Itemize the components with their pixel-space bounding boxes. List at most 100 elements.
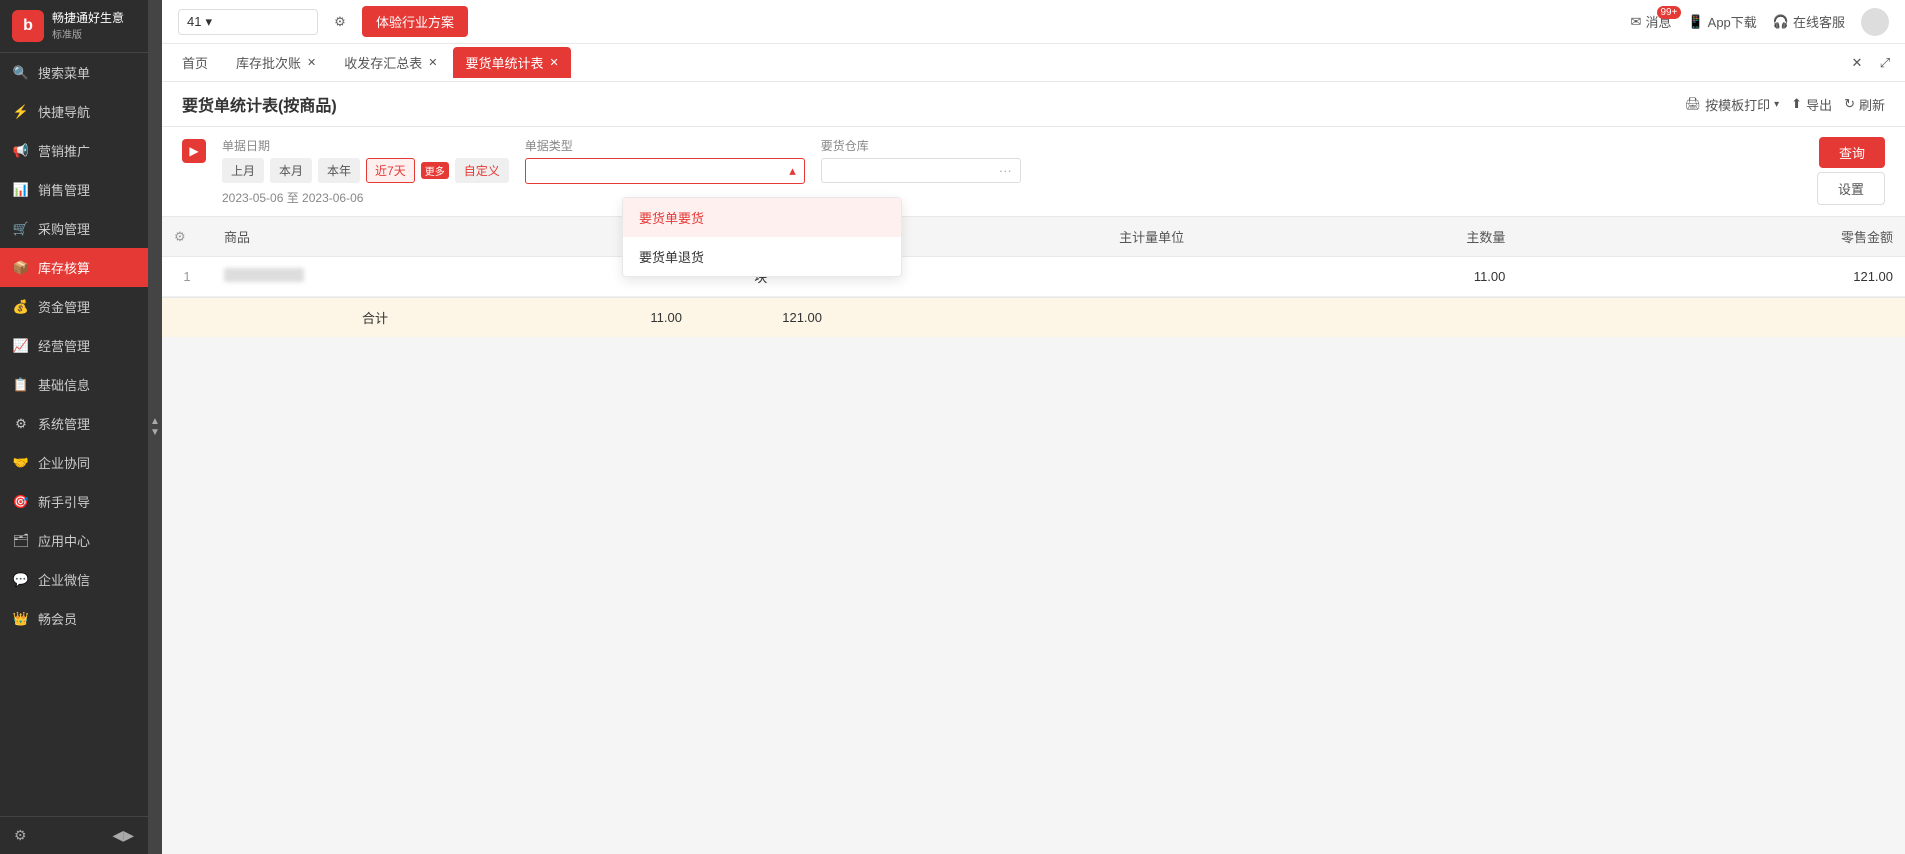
sidebar-item-purchase[interactable]: 🛒采购管理 xyxy=(0,209,148,248)
sidebar-label-system: 系统管理 xyxy=(38,414,90,433)
marketing-icon: 📢 xyxy=(12,142,30,160)
print-icon: 🖨 xyxy=(1685,96,1702,112)
sidebar-label-basic: 基础信息 xyxy=(38,375,90,394)
sidebar-item-sales[interactable]: 📊销售管理 xyxy=(0,170,148,209)
phone-icon: 📱 xyxy=(1687,14,1703,30)
tab-inventory-batch[interactable]: 库存批次账 ✕ xyxy=(224,47,328,78)
total-quantity: 11.00 xyxy=(582,310,702,325)
online-service-label: 在线客服 xyxy=(1793,12,1845,31)
search-icon: 🔍 xyxy=(12,64,30,82)
tab-actions: ✕ ⤢ xyxy=(1845,51,1897,75)
total-amount: 121.00 xyxy=(702,310,822,325)
close-tab-receivable-summary[interactable]: ✕ xyxy=(428,56,437,69)
user-avatar[interactable] xyxy=(1861,8,1889,36)
sidebar-item-operations[interactable]: 📈经营管理 xyxy=(0,326,148,365)
data-table: ⚙商品主计量单位主数量零售金额 1块11.00121.00 xyxy=(162,217,1905,297)
table-header-row: ⚙商品主计量单位主数量零售金额 xyxy=(162,217,1905,257)
tab-home[interactable]: 首页 xyxy=(170,47,220,78)
total-label: 合计 xyxy=(362,308,462,327)
more-dates-tag[interactable]: 更多 xyxy=(421,162,449,179)
sidebar-item-enterprise[interactable]: 🤝企业协同 xyxy=(0,443,148,482)
sidebar-label-apps: 应用中心 xyxy=(38,531,90,550)
gear-button[interactable]: ⚙ xyxy=(326,8,354,36)
sidebar-logo: b 畅捷通好生意 标准版 xyxy=(0,0,148,53)
last-7-days-btn[interactable]: 近7天 xyxy=(366,158,415,183)
sidebar-item-finance[interactable]: 💰 资金管理 xyxy=(0,287,148,326)
page-actions: 🖨 按模板打印 ▾ ⬆ 导出 ↻ 刷新 xyxy=(1685,95,1885,114)
type-filter-group: 单据类型 ▴ xyxy=(525,137,805,184)
company-name: 41 xyxy=(187,14,201,29)
sidebar-label-shortcut: 快捷导航 xyxy=(38,102,90,121)
warehouse-filter-group: 要货仓库 ··· xyxy=(821,137,1021,183)
online-service-item[interactable]: 🎧 在线客服 xyxy=(1773,12,1845,31)
finance-icon: 💰 xyxy=(12,298,30,316)
refresh-button[interactable]: ↻ 刷新 xyxy=(1844,95,1885,114)
enterprise-icon: 🤝 xyxy=(12,454,30,472)
close-tab-inventory-batch[interactable]: ✕ xyxy=(307,56,316,69)
row-amount: 121.00 xyxy=(1517,257,1905,297)
headset-icon: 🎧 xyxy=(1773,14,1789,30)
type-filter-input[interactable]: ▴ xyxy=(525,158,805,184)
sidebar-item-members[interactable]: 👑 畅会员 xyxy=(0,599,148,638)
query-button[interactable]: 查询 xyxy=(1819,137,1885,168)
warehouse-filter-input[interactable]: ··· xyxy=(821,158,1021,183)
content-area: 要货单统计表(按商品) 🖨 按模板打印 ▾ ⬆ 导出 ↻ 刷新 ▶ xyxy=(162,82,1905,854)
sidebar-item-basic[interactable]: 📋基础信息 xyxy=(0,365,148,404)
tab-order-summary[interactable]: 要货单统计表✕ xyxy=(453,47,570,78)
tab-label-inventory-batch: 库存批次账 xyxy=(236,53,301,72)
sidebar-item-guide[interactable]: 🎯新手引导 xyxy=(0,482,148,521)
date-filter-label: 单据日期 xyxy=(222,137,509,154)
page-header: 要货单统计表(按商品) 🖨 按模板打印 ▾ ⬆ 导出 ↻ 刷新 xyxy=(162,82,1905,127)
refresh-icon: ↻ xyxy=(1844,96,1855,112)
export-icon: ⬆ xyxy=(1791,96,1802,112)
col-header-0: ⚙ xyxy=(162,217,212,257)
sidebar-item-wechat[interactable]: 💬企业微信 xyxy=(0,560,148,599)
settings-button[interactable]: 设置 xyxy=(1817,172,1885,205)
sidebar-item-system[interactable]: ⚙ 系统管理 xyxy=(0,404,148,443)
col-header-4: 零售金额 xyxy=(1517,217,1905,257)
expand-tab-button[interactable]: ⤢ xyxy=(1873,51,1897,75)
dropdown-item-order-goods[interactable]: 要货单要货 xyxy=(623,198,901,237)
sidebar-item-inventory[interactable]: 📦库存核算 xyxy=(0,248,148,287)
system-icon: ⚙ xyxy=(12,415,30,433)
sales-icon: 📊 xyxy=(12,181,30,199)
trial-button[interactable]: 体验行业方案 xyxy=(362,6,468,37)
sidebar-item-shortcut[interactable]: ⚡快捷导航 xyxy=(0,92,148,131)
this-month-btn[interactable]: 本月 xyxy=(270,158,312,183)
close-all-tabs-button[interactable]: ✕ xyxy=(1845,51,1869,75)
date-range-display: 2023-05-06 至 2023-06-06 xyxy=(222,189,509,206)
settings-icon[interactable]: ⚙ xyxy=(14,827,27,844)
app-download-item[interactable]: 📱 App下载 xyxy=(1687,12,1756,31)
close-tab-order-summary[interactable]: ✕ xyxy=(550,56,559,69)
sidebar-scrollbar[interactable]: ▲▼ xyxy=(148,0,162,854)
sidebar-item-apps[interactable]: 🗂应用中心 xyxy=(0,521,148,560)
company-selector[interactable]: 41 ▾ xyxy=(178,9,318,35)
type-filter-label: 单据类型 xyxy=(525,137,805,154)
table-settings-icon[interactable]: ⚙ xyxy=(174,229,186,244)
sidebar-nav: 🔍搜索菜单⚡快捷导航 📢 营销推广 📊销售管理🛒采购管理📦库存核算 💰 资金管理 📈经营管理… xyxy=(0,53,148,816)
tab-receivable-summary[interactable]: 收发存汇总表✕ xyxy=(332,47,449,78)
members-icon: 👑 xyxy=(12,610,30,628)
print-button[interactable]: 🖨 按模板打印 ▾ xyxy=(1685,95,1780,114)
this-year-btn[interactable]: 本年 xyxy=(318,158,360,183)
type-dropdown: 要货单要货要货单退货 xyxy=(622,197,902,277)
sidebar-label-members: 畅会员 xyxy=(38,609,77,628)
table-body: 1块11.00121.00 xyxy=(162,257,1905,297)
logo-icon: b xyxy=(12,10,44,42)
inventory-icon: 📦 xyxy=(12,259,30,277)
filter-expand-button[interactable]: ▶ xyxy=(182,139,206,163)
sidebar-label-finance: 资金管理 xyxy=(38,297,90,316)
dropdown-item-order-return[interactable]: 要货单退货 xyxy=(623,237,901,276)
custom-date-btn[interactable]: 自定义 xyxy=(455,158,509,183)
messages-item[interactable]: ✉ 消息 99+ xyxy=(1631,12,1672,31)
last-month-btn[interactable]: 上月 xyxy=(222,158,264,183)
sidebar-label-marketing: 营销推广 xyxy=(38,141,90,160)
sidebar-item-search[interactable]: 🔍搜索菜单 xyxy=(0,53,148,92)
collapse-icon[interactable]: ◀▶ xyxy=(112,827,134,844)
sidebar-item-marketing[interactable]: 📢 营销推广 xyxy=(0,131,148,170)
table-row: 1块11.00121.00 xyxy=(162,257,1905,297)
chevron-down-icon: ▾ xyxy=(1774,99,1779,110)
purchase-icon: 🛒 xyxy=(12,220,30,238)
sidebar: b 畅捷通好生意 标准版 🔍搜索菜单⚡快捷导航 📢 营销推广 📊销售管理🛒采购管理📦库… xyxy=(0,0,148,854)
export-button[interactable]: ⬆ 导出 xyxy=(1791,95,1832,114)
